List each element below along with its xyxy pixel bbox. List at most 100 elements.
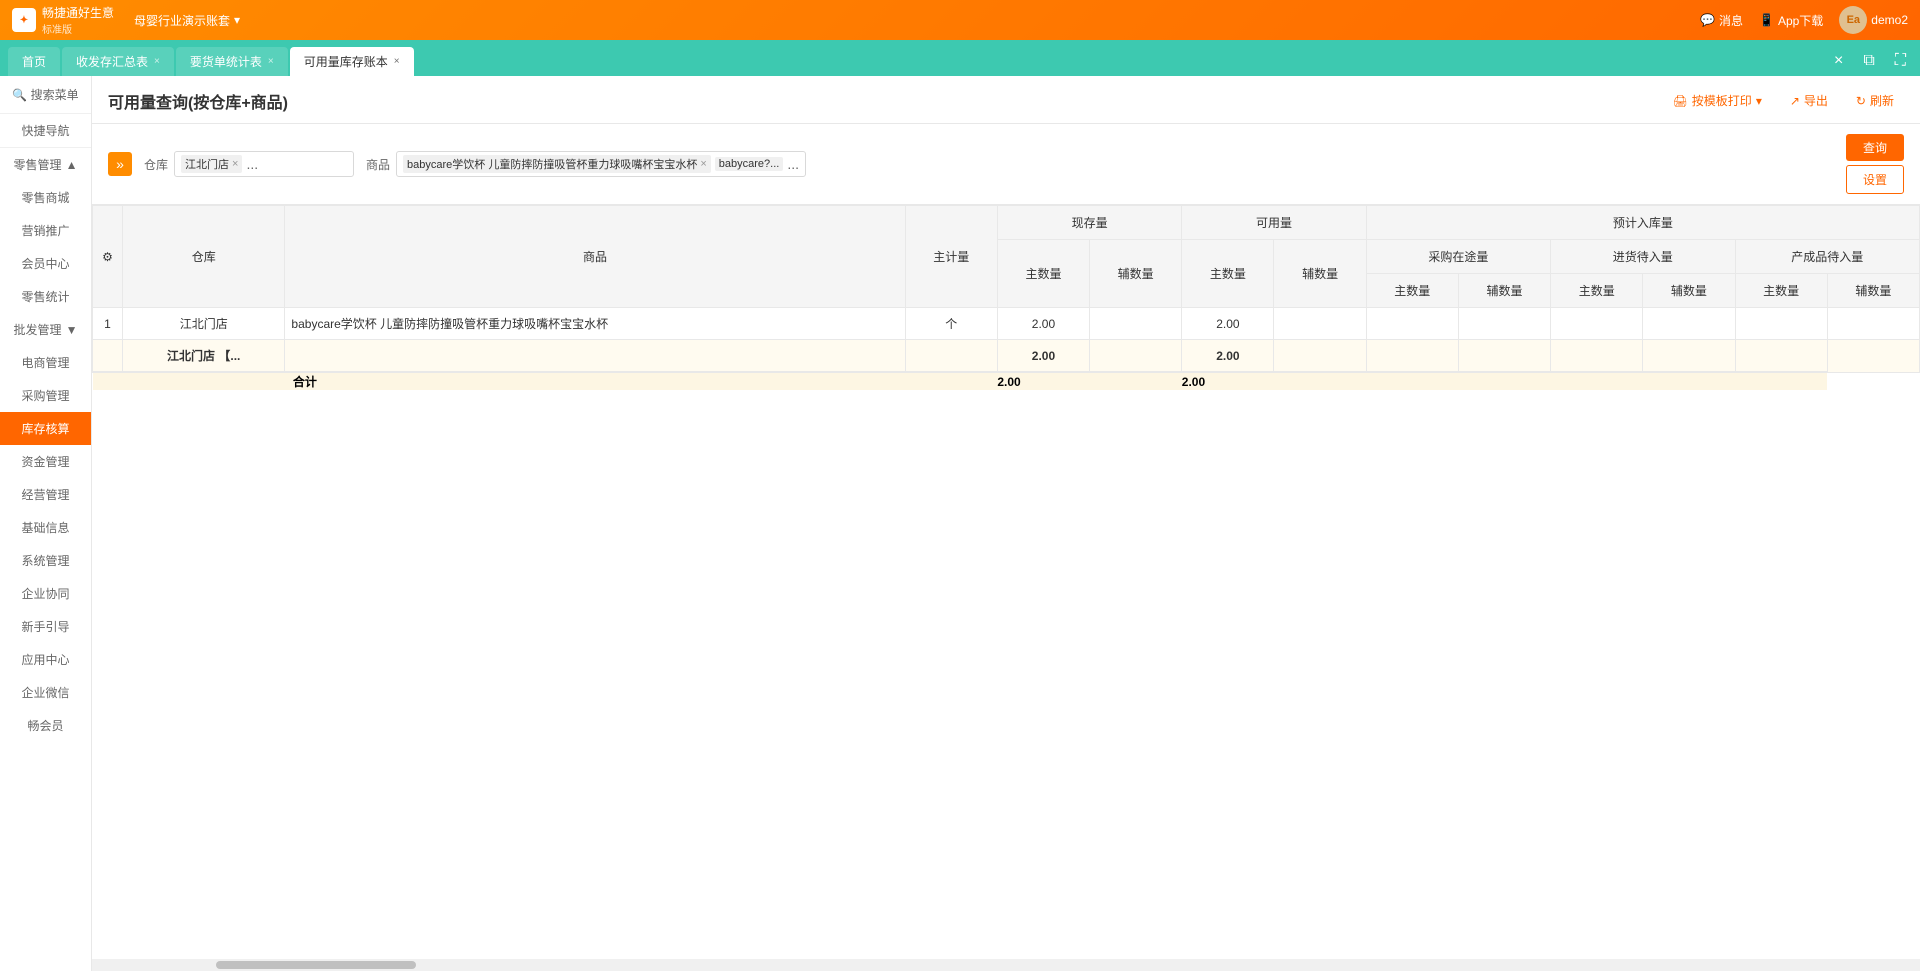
col-avail-sub: 辅数量: [1274, 240, 1366, 308]
col-settings[interactable]: ⚙: [93, 206, 123, 308]
sidebar-item-retail-mgmt[interactable]: 零售管理 ▲: [0, 148, 91, 181]
settings-btn[interactable]: 设置: [1846, 165, 1904, 194]
total-available-main: 2.00: [1182, 375, 1205, 389]
tab-receive-close[interactable]: ×: [154, 56, 160, 67]
tab-inventory-label: 可用量库存账本: [304, 53, 388, 70]
logo: ✦ 畅捷通好生意 标准版: [12, 4, 114, 36]
col-inc-sub: 辅数量: [1643, 274, 1735, 308]
col-pt-main: 主数量: [1366, 274, 1458, 308]
col-prod-sub: 辅数量: [1827, 274, 1919, 308]
warehouse-tag-remove[interactable]: ×: [232, 158, 238, 170]
table-row: 江北门店 【...2.002.00: [93, 340, 1920, 373]
product-more-btn[interactable]: ...: [787, 156, 799, 172]
tab-bar: 首页 收发存汇总表 × 要货单统计表 × 可用量库存账本 × × ⧉ ⛶: [0, 40, 1920, 76]
close-all-btn[interactable]: ×: [1828, 50, 1849, 72]
print-chevron-icon: ▾: [1756, 94, 1762, 108]
col-avail-main: 主数量: [1182, 240, 1274, 308]
col-unit-header: 主计量: [905, 206, 997, 308]
user-profile[interactable]: Ea demo2: [1839, 6, 1908, 34]
scroll-thumb[interactable]: [216, 961, 416, 969]
product-filter-tags[interactable]: babycare学饮杯 儿童防摔防撞吸管杯重力球吸嘴杯宝宝水杯 × babyca…: [396, 151, 806, 177]
search-icon: 🔍: [12, 88, 27, 102]
col-prod-main: 主数量: [1735, 274, 1827, 308]
sidebar-item-app-center[interactable]: 应用中心: [0, 643, 91, 676]
sidebar-item-enterprise[interactable]: 企业协同: [0, 577, 91, 610]
sidebar-item-purchase[interactable]: 采购管理: [0, 379, 91, 412]
col-incoming: 进货待入量: [1551, 240, 1735, 274]
col-current-main: 主数量: [997, 240, 1089, 308]
table-container: ⚙ 仓库 商品 主计量 现存量 可用量 预计入库量 主数量 辅数量 主数量 辅数…: [92, 205, 1920, 959]
sidebar-item-finance[interactable]: 资金管理: [0, 445, 91, 478]
app-title: 畅捷通好生意: [42, 4, 114, 21]
col-planned-header: 预计入库量: [1366, 206, 1919, 240]
sidebar-quick-nav[interactable]: 快捷导航: [0, 114, 91, 148]
tab-receive-label: 收发存汇总表: [76, 53, 148, 70]
sidebar-search[interactable]: 🔍 搜索菜单: [0, 76, 91, 114]
sidebar-item-marketing[interactable]: 营销推广: [0, 214, 91, 247]
tab-receive[interactable]: 收发存汇总表 ×: [62, 47, 174, 76]
tab-inventory-close[interactable]: ×: [394, 56, 400, 67]
message-label: 消息: [1719, 12, 1743, 29]
fullscreen-btn[interactable]: ⛶: [1889, 50, 1912, 72]
print-btn[interactable]: 🖨 按模板打印 ▾: [1663, 88, 1772, 113]
col-current-sub: 辅数量: [1090, 240, 1182, 308]
total-current-main: 2.00: [997, 375, 1020, 389]
sidebar-item-retail-mall[interactable]: 零售商城: [0, 181, 91, 214]
sidebar-item-wechat[interactable]: 企业微信: [0, 676, 91, 709]
page-title: 可用量查询(按仓库+商品): [108, 89, 288, 123]
message-icon: 💬: [1700, 13, 1715, 27]
sidebar-item-system[interactable]: 系统管理: [0, 544, 91, 577]
tab-inventory[interactable]: 可用量库存账本 ×: [290, 47, 414, 76]
refresh-btn[interactable]: ↻ 刷新: [1846, 88, 1904, 113]
logo-icon: ✦: [12, 8, 36, 32]
main-layout: 🔍 搜索菜单 快捷导航 零售管理 ▲ 零售商城 营销推广 会员中心 零售统计 批…: [0, 76, 1920, 971]
sidebar-item-wholesale-mgmt[interactable]: 批发管理 ▼: [0, 313, 91, 346]
filter-bar: » 仓库 江北门店 × ... 商品 babycare学饮杯 儿童防摔防撞吸管杯…: [92, 124, 1920, 205]
product-filter-label: 商品: [366, 156, 390, 173]
tab-order-label: 要货单统计表: [190, 53, 262, 70]
tab-order[interactable]: 要货单统计表 ×: [176, 47, 288, 76]
account-label: 母婴行业演示账套: [134, 12, 230, 29]
warehouse-tag: 江北门店 ×: [181, 155, 242, 173]
warehouse-more-btn[interactable]: ...: [246, 156, 258, 172]
avatar: Ea: [1839, 6, 1867, 34]
chevron-down-icon: ▾: [234, 13, 240, 27]
arrow-icon: ▲: [66, 158, 78, 172]
horizontal-scrollbar[interactable]: [92, 959, 1920, 971]
col-available-header: 可用量: [1182, 206, 1366, 240]
col-warehouse-header: 仓库: [123, 206, 285, 308]
restore-btn[interactable]: ⧉: [1857, 50, 1880, 72]
page-header-actions: 🖨 按模板打印 ▾ ↗ 导出 ↻ 刷新: [1663, 88, 1904, 123]
query-btn[interactable]: 查询: [1846, 134, 1904, 161]
sidebar-item-base-info[interactable]: 基础信息: [0, 511, 91, 544]
account-dropdown[interactable]: 母婴行业演示账套 ▾: [134, 12, 240, 29]
total-row: 合计 2.00 2.00: [93, 372, 1920, 390]
warehouse-filter-label: 仓库: [144, 156, 168, 173]
export-btn[interactable]: ↗ 导出: [1780, 88, 1838, 113]
sidebar-item-operations[interactable]: 经营管理: [0, 478, 91, 511]
tab-home-label: 首页: [22, 53, 46, 70]
product-tag-1: babycare学饮杯 儿童防摔防撞吸管杯重力球吸嘴杯宝宝水杯 ×: [403, 155, 711, 173]
content-area: 可用量查询(按仓库+商品) 🖨 按模板打印 ▾ ↗ 导出 ↻ 刷新: [92, 76, 1920, 971]
product-tag-1-remove[interactable]: ×: [700, 158, 706, 170]
user-label: demo2: [1871, 13, 1908, 27]
product-filter-group: 商品 babycare学饮杯 儿童防摔防撞吸管杯重力球吸嘴杯宝宝水杯 × bab…: [366, 151, 806, 177]
filter-expand-btn[interactable]: »: [108, 152, 132, 176]
warehouse-filter-tags[interactable]: 江北门店 × ...: [174, 151, 354, 177]
sidebar-item-ecommerce[interactable]: 电商管理: [0, 346, 91, 379]
col-products-pending: 产成品待入量: [1735, 240, 1920, 274]
app-download-btn[interactable]: 📱 App下载: [1759, 12, 1823, 29]
sidebar-item-retail-stats[interactable]: 零售统计: [0, 280, 91, 313]
sidebar-item-member2[interactable]: 畅会员: [0, 709, 91, 742]
sidebar-item-member[interactable]: 会员中心: [0, 247, 91, 280]
sidebar-item-inventory-check[interactable]: 库存核算: [0, 412, 91, 445]
sidebar-item-guide[interactable]: 新手引导: [0, 610, 91, 643]
sidebar-label-wholesale: 批发管理: [14, 321, 62, 338]
warehouse-filter-group: 仓库 江北门店 × ...: [144, 151, 354, 177]
tab-order-close[interactable]: ×: [268, 56, 274, 67]
tab-home[interactable]: 首页: [8, 47, 60, 76]
col-purchase-transit: 采购在途量: [1366, 240, 1550, 274]
export-icon: ↗: [1790, 94, 1800, 108]
refresh-icon: ↻: [1856, 94, 1866, 108]
message-btn[interactable]: 💬 消息: [1700, 12, 1743, 29]
